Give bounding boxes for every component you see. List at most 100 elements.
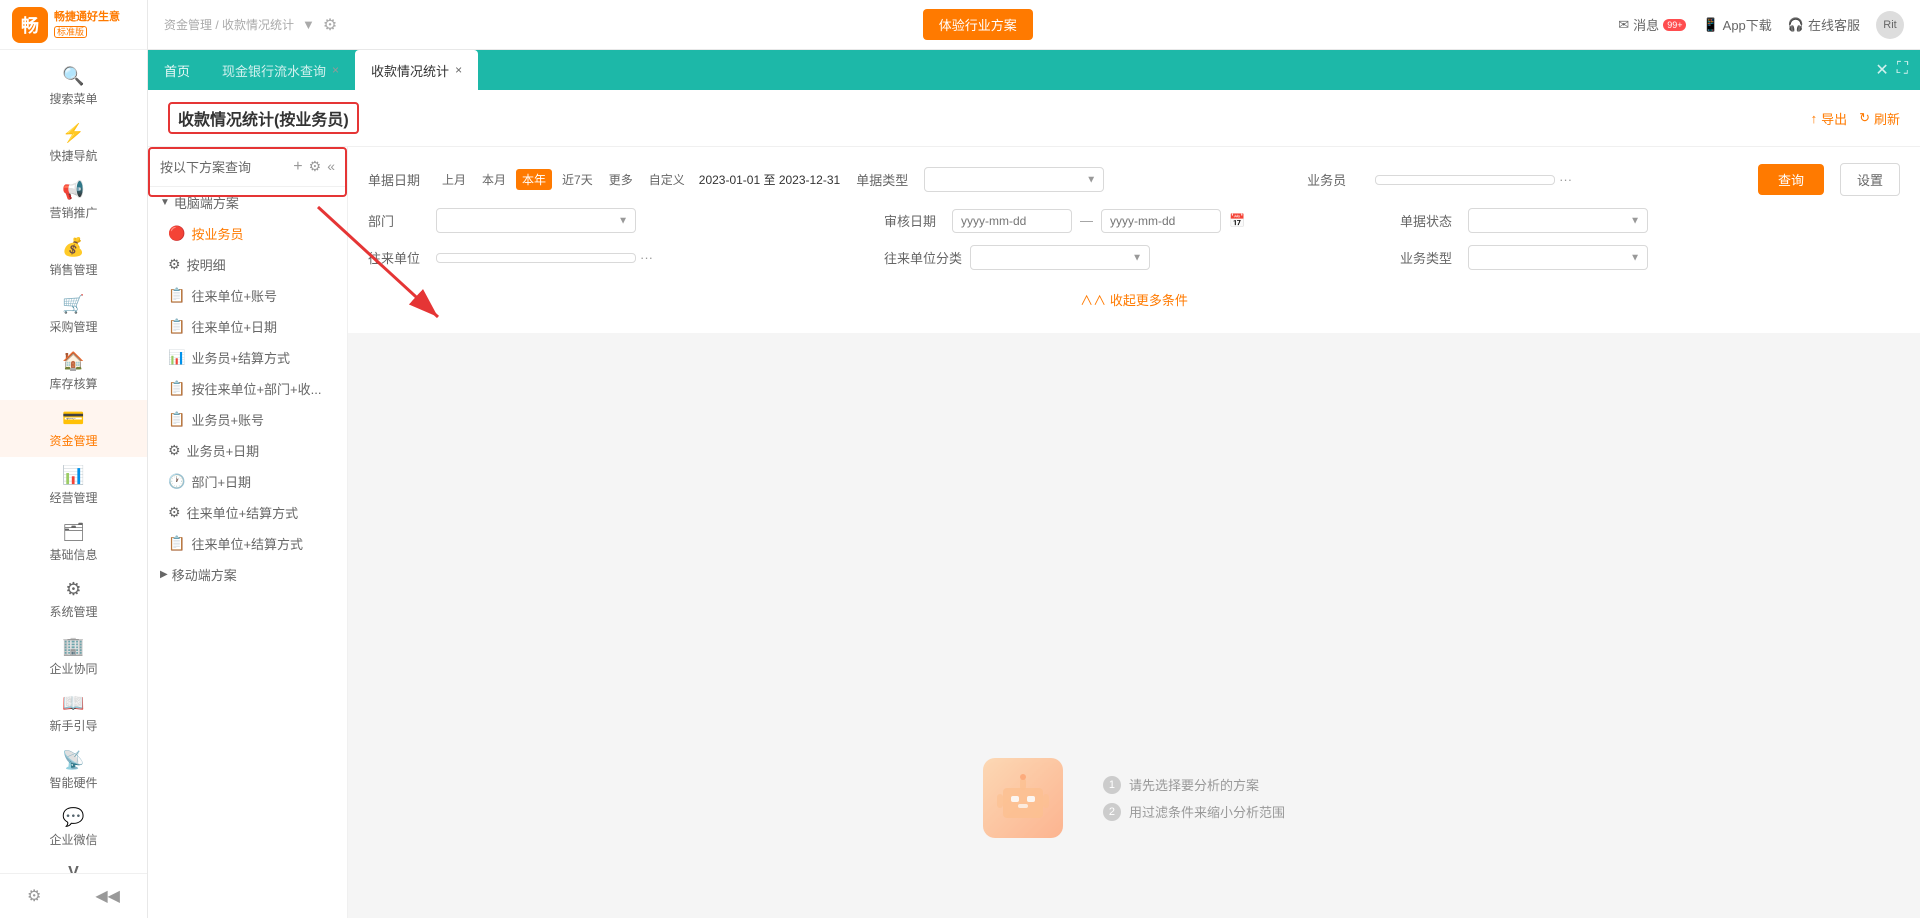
tab-bank-flow-close[interactable]: × bbox=[332, 63, 339, 77]
tab-collection-stats[interactable]: 收款情况统计 × bbox=[355, 50, 478, 90]
scheme-settings-icon[interactable]: ⚙ bbox=[309, 158, 322, 176]
scheme-sd-icon: ⚙ bbox=[168, 442, 181, 459]
sidebar-item-operations[interactable]: 📊 经营管理 bbox=[0, 457, 147, 514]
doc-status-select-wrapper bbox=[1468, 208, 1648, 233]
counterpart-cat-select-wrapper bbox=[970, 245, 1150, 270]
header-settings-icon[interactable]: ⚙ bbox=[323, 15, 337, 35]
date-tab-this-year[interactable]: 本年 bbox=[516, 169, 552, 190]
dept-select[interactable] bbox=[436, 208, 636, 233]
collapse-more-conditions-button[interactable]: ∧∧ 收起更多条件 bbox=[368, 282, 1900, 317]
sidebar-item-sales[interactable]: 💰 销售管理 bbox=[0, 229, 147, 286]
main-content: 资金管理 / 收款情况统计 ▼ ⚙ 体验行业方案 ✉ 消息 99+ 📱 App下… bbox=[148, 0, 1920, 918]
filter-panel: 单据日期 上月 本月 本年 近7天 更多 自定义 bbox=[348, 147, 1920, 333]
sidebar-item-enterprise[interactable]: 🏢 企业协同 bbox=[0, 628, 147, 685]
scheme-ss-icon: 📊 bbox=[168, 349, 185, 366]
business-type-select[interactable] bbox=[1468, 245, 1648, 270]
quick-nav-icon: ⚡ bbox=[62, 123, 84, 144]
mobile-section-arrow: ▶ bbox=[160, 569, 168, 580]
page-title: 收款情况统计(按业务员) bbox=[168, 102, 359, 134]
salesperson-more-icon[interactable]: ··· bbox=[1559, 172, 1572, 187]
tab-bank-flow[interactable]: 现金银行流水查询 × bbox=[206, 50, 355, 90]
base-info-icon: 🗂 bbox=[62, 522, 85, 543]
filter-item-dept: 部门 bbox=[368, 208, 868, 233]
settings-button[interactable]: 设置 bbox=[1840, 163, 1900, 196]
tab-collection-stats-close[interactable]: × bbox=[455, 63, 462, 77]
scheme-item-salesperson-date[interactable]: ⚙ 业务员+日期 bbox=[148, 435, 347, 466]
date-tab-last-month[interactable]: 上月 bbox=[436, 169, 472, 190]
salesperson-input[interactable] bbox=[1375, 175, 1555, 185]
query-button[interactable]: 查询 bbox=[1758, 164, 1824, 195]
tab-close-all-icon[interactable]: ✕ bbox=[1875, 60, 1888, 80]
notifications-button[interactable]: ✉ 消息 99+ bbox=[1618, 15, 1686, 34]
scheme-item-salesperson-settlement[interactable]: 📊 业务员+结算方式 bbox=[148, 342, 347, 373]
sidebar-item-inventory[interactable]: 🏠 库存核算 bbox=[0, 343, 147, 400]
collapse-sidebar-icon[interactable]: ◀◀ bbox=[95, 886, 120, 906]
sidebar-item-search-menu[interactable]: 🔍 搜索菜单 bbox=[0, 58, 147, 115]
scheme-item-by-salesperson[interactable]: 🔴 按业务员 bbox=[148, 218, 347, 249]
app-download-button[interactable]: 📱 App下载 bbox=[1702, 15, 1771, 34]
left-panel-header: 按以下方案查询 + ⚙ « bbox=[148, 147, 347, 187]
tab-expand-icon[interactable]: ⛶ bbox=[1897, 60, 1908, 80]
doc-type-select[interactable] bbox=[924, 167, 1104, 192]
scheme-section-mobile[interactable]: ▶ 移动端方案 bbox=[148, 559, 347, 590]
tab-home[interactable]: 首页 bbox=[148, 61, 206, 80]
online-service-button[interactable]: 🎧 在线客服 bbox=[1788, 15, 1860, 34]
filter-item-doc-type: 单据类型 bbox=[856, 167, 1291, 192]
smart-hw-icon: 📡 bbox=[62, 750, 84, 771]
doc-status-select[interactable] bbox=[1468, 208, 1648, 233]
scheme-item-counterpart-settlement1[interactable]: ⚙ 往来单位+结算方式 bbox=[148, 497, 347, 528]
collapse-scheme-panel-icon[interactable]: « bbox=[327, 158, 335, 176]
scheme-item-counterpart-account[interactable]: 📋 往来单位+账号 bbox=[148, 280, 347, 311]
settings-bottom-icon[interactable]: ⚙ bbox=[27, 886, 41, 906]
scheme-section-pc[interactable]: ▼ 电脑端方案 bbox=[148, 187, 347, 218]
inventory-icon: 🏠 bbox=[62, 351, 84, 372]
sidebar-item-marketing[interactable]: 📢 营销推广 bbox=[0, 172, 147, 229]
scheme-item-by-detail[interactable]: ⚙ 按明细 bbox=[148, 249, 347, 280]
sidebar-item-weixin[interactable]: 💬 企业微信 bbox=[0, 799, 147, 856]
content-body: 按以下方案查询 + ⚙ « ▼ 电脑端方案 🔴 bbox=[148, 147, 1920, 918]
breadcrumb: 资金管理 / 收款情况统计 bbox=[164, 16, 294, 33]
sidebar-item-finance[interactable]: 💳 资金管理 bbox=[0, 400, 147, 457]
sidebar-item-system[interactable]: ⚙ 系统管理 bbox=[0, 571, 147, 628]
sidebar-item-purchase[interactable]: 🛒 采购管理 bbox=[0, 286, 147, 343]
export-button[interactable]: ↑ 导出 bbox=[1811, 109, 1848, 128]
user-avatar[interactable]: Rit bbox=[1876, 11, 1904, 39]
date-tab-7days[interactable]: 近7天 bbox=[556, 169, 599, 190]
scheme-item-salesperson-account[interactable]: 📋 业务员+账号 bbox=[148, 404, 347, 435]
sidebar-item-base-info[interactable]: 🗂 基础信息 bbox=[0, 514, 147, 571]
scheme-item-dept-date[interactable]: 🕐 部门+日期 bbox=[148, 466, 347, 497]
header-dropdown-icon[interactable]: ▼ bbox=[302, 17, 315, 32]
empty-state-area: 1 请先选择要分析的方案 2 用过滤条件来缩小分析范围 bbox=[348, 333, 1920, 918]
sidebar-item-smart-hw[interactable]: 📡 智能硬件 bbox=[0, 742, 147, 799]
purchase-icon: 🛒 bbox=[62, 294, 84, 315]
scheme-cs1-icon: ⚙ bbox=[168, 504, 181, 521]
date-tab-custom[interactable]: 自定义 bbox=[643, 169, 691, 190]
sidebar-item-vip[interactable]: V 畅会员 bbox=[0, 856, 147, 873]
logo-icon: 畅 bbox=[12, 7, 48, 43]
date-tab-this-month[interactable]: 本月 bbox=[476, 169, 512, 190]
filter-row-1: 单据日期 上月 本月 本年 近7天 更多 自定义 bbox=[368, 163, 1900, 196]
add-scheme-icon[interactable]: + bbox=[293, 158, 302, 176]
tab-bar-end: ✕ ⛶ bbox=[478, 60, 1920, 80]
top-header: 资金管理 / 收款情况统计 ▼ ⚙ 体验行业方案 ✉ 消息 99+ 📱 App下… bbox=[148, 0, 1920, 50]
review-date-start-input[interactable] bbox=[952, 209, 1072, 233]
weixin-icon: 💬 bbox=[62, 807, 84, 828]
counterpart-cat-select[interactable] bbox=[970, 245, 1150, 270]
trial-button[interactable]: 体验行业方案 bbox=[923, 9, 1033, 40]
counterpart-input[interactable] bbox=[436, 253, 636, 263]
scheme-item-counterpart-date[interactable]: 📋 往来单位+日期 bbox=[148, 311, 347, 342]
sidebar-nav: 🔍 搜索菜单 ⚡ 快捷导航 📢 营销推广 💰 销售管理 🛒 采购管理 🏠 bbox=[0, 50, 147, 873]
scheme-ca-icon: 📋 bbox=[168, 287, 185, 304]
date-tab-more[interactable]: 更多 bbox=[603, 169, 639, 190]
counterpart-more-icon[interactable]: ··· bbox=[640, 250, 653, 265]
refresh-button[interactable]: ↻ 刷新 bbox=[1859, 109, 1900, 128]
review-date-end-input[interactable] bbox=[1101, 209, 1221, 233]
sidebar-item-quick-nav[interactable]: ⚡ 快捷导航 bbox=[0, 115, 147, 172]
scheme-item-counterpart-dept-collect[interactable]: 📋 按往来单位+部门+收... bbox=[148, 373, 347, 404]
filter-item-business-type: 业务类型 bbox=[1400, 245, 1900, 270]
sidebar-item-guide[interactable]: 📖 新手引导 bbox=[0, 685, 147, 742]
scheme-item-counterpart-settlement2[interactable]: 📋 往来单位+结算方式 bbox=[148, 528, 347, 559]
robot-svg bbox=[993, 768, 1053, 828]
date-range-display: 2023-01-01 至 2023-12-31 bbox=[699, 171, 840, 188]
calendar-start-icon[interactable]: 📅 bbox=[1229, 213, 1245, 229]
